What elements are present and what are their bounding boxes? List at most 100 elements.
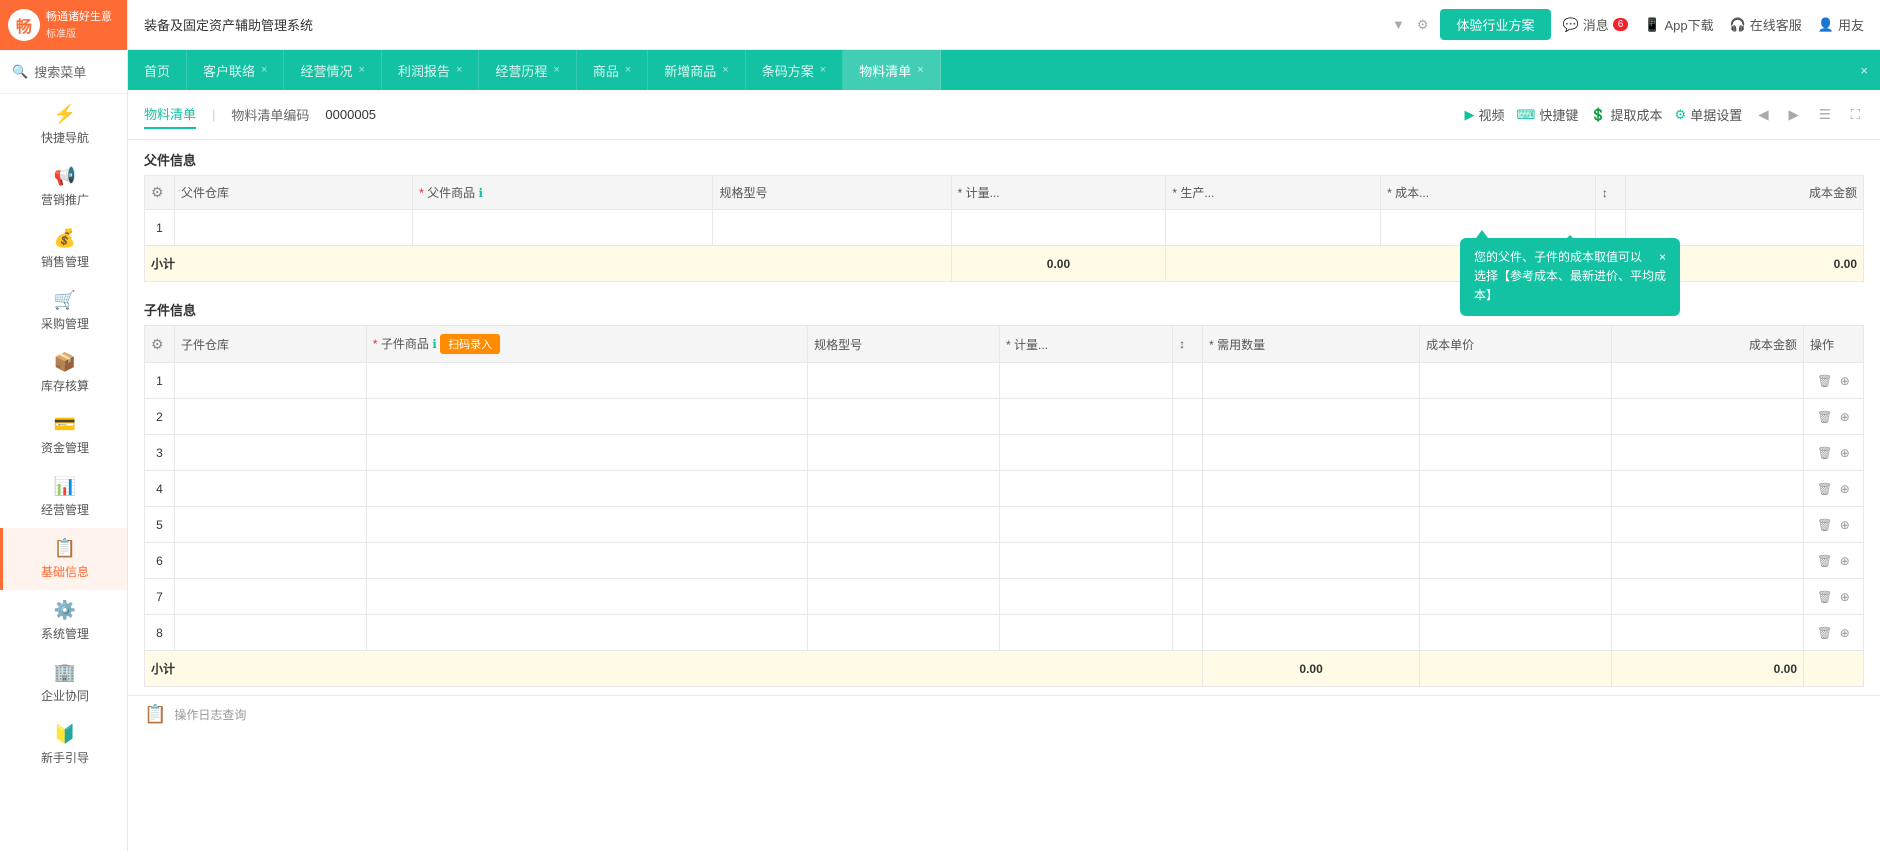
log-label[interactable]: 操作日志查询 — [174, 706, 246, 723]
shortcuts-button[interactable]: ⌨ 快捷键 — [1517, 105, 1579, 124]
app-download-button[interactable]: 📱 App下载 — [1644, 15, 1713, 34]
th-parent-warehouse: 父件仓库 — [175, 176, 413, 210]
copy-icon[interactable]: ⊕ — [1840, 554, 1850, 568]
settings-icon: ⚙ — [1675, 107, 1687, 123]
video-label: 视频 — [1479, 105, 1505, 124]
sidebar-item-label: 系统管理 — [41, 625, 89, 642]
subtotal-label: 小计 — [145, 651, 1203, 687]
copy-icon[interactable]: ⊕ — [1840, 374, 1850, 388]
delete-icon[interactable]: 🗑 — [1817, 482, 1832, 496]
sidebar-search[interactable]: 🔍 搜索菜单 — [0, 50, 127, 94]
close-icon[interactable]: × — [722, 64, 728, 76]
sidebar-item-purchase[interactable]: 🛒 采购管理 — [0, 280, 127, 342]
close-all-tabs[interactable]: × — [1848, 50, 1880, 90]
close-icon[interactable]: × — [456, 64, 462, 76]
info-icon: ℹ — [479, 186, 484, 200]
delete-icon[interactable]: 🗑 — [1817, 590, 1832, 604]
online-service-button[interactable]: 🎧 在线客服 — [1730, 15, 1802, 34]
quick-nav-icon: ⚡ — [54, 104, 76, 125]
th-child-unit: * 计量... — [1000, 326, 1173, 363]
video-button[interactable]: ▶ 视频 — [1465, 105, 1505, 124]
sidebar-item-enterprise[interactable]: 🏢 企业协同 — [0, 652, 127, 714]
list-view-button[interactable]: ☰ — [1815, 105, 1835, 125]
cell-qty[interactable] — [1203, 363, 1420, 399]
copy-icon[interactable]: ⊕ — [1840, 446, 1850, 460]
user-menu-button[interactable]: 👤 用友 — [1818, 15, 1864, 34]
tab-operation-status[interactable]: 经营情况 × — [284, 50, 381, 90]
tab-goods[interactable]: 商品 × — [577, 50, 648, 90]
cell-goods[interactable] — [413, 210, 713, 246]
tab-operation-history[interactable]: 经营历程 × — [479, 50, 576, 90]
cell-goods[interactable] — [366, 363, 807, 399]
delete-icon[interactable]: 🗑 — [1817, 518, 1832, 532]
message-icon: 💬 — [1563, 17, 1579, 33]
sidebar-item-finance[interactable]: 💳 资金管理 — [0, 404, 127, 466]
sidebar-item-guide[interactable]: 🔰 新手引导 — [0, 714, 127, 776]
cell-unit-cost[interactable] — [1420, 363, 1612, 399]
prev-record-button[interactable]: ◀ — [1754, 105, 1772, 125]
th-sort[interactable]: ↕ — [1595, 176, 1625, 210]
tooltip-close-button[interactable]: × — [1659, 248, 1666, 267]
cell-warehouse[interactable] — [175, 210, 413, 246]
guide-icon: 🔰 — [54, 724, 76, 745]
cell-spec[interactable] — [713, 210, 951, 246]
close-icon[interactable]: × — [261, 64, 267, 76]
close-icon[interactable]: × — [553, 64, 559, 76]
copy-icon[interactable]: ⊕ — [1840, 518, 1850, 532]
sidebar-item-basic-info[interactable]: 📋 基础信息 — [0, 528, 127, 590]
cell-warehouse[interactable] — [175, 363, 367, 399]
settings-gear-icon[interactable]: ⚙ — [151, 184, 164, 200]
sidebar-item-quick-nav[interactable]: ⚡ 快捷导航 — [0, 94, 127, 156]
tab-home[interactable]: 首页 — [128, 50, 187, 90]
cell-unit[interactable] — [1000, 363, 1173, 399]
delete-icon[interactable]: 🗑 — [1817, 446, 1832, 460]
sidebar-item-marketing[interactable]: 📢 营销推广 — [0, 156, 127, 218]
extract-cost-button[interactable]: 💲 提取成本 — [1590, 105, 1662, 124]
try-industry-button[interactable]: 体验行业方案 — [1440, 9, 1550, 40]
child-row: 5 🗑 ⊕ — [145, 507, 1864, 543]
copy-icon[interactable]: ⊕ — [1840, 482, 1850, 496]
cell-production[interactable] — [1166, 210, 1381, 246]
close-icon[interactable]: × — [820, 64, 826, 76]
sidebar-item-label: 基础信息 — [41, 563, 89, 580]
delete-icon[interactable]: 🗑 — [1817, 554, 1832, 568]
th-label: 父件仓库 — [181, 186, 229, 200]
sub-tab-code[interactable]: 物料清单编码 — [231, 101, 309, 128]
tab-customer[interactable]: 客户联络 × — [187, 50, 284, 90]
close-icon[interactable]: × — [358, 64, 364, 76]
th-settings[interactable]: ⚙ — [145, 176, 175, 210]
copy-icon[interactable]: ⊕ — [1840, 626, 1850, 640]
topbar: 装备及固定资产辅助管理系统 ▼ ⚙ 体验行业方案 💬 消息 6 📱 App下载 … — [128, 0, 1880, 50]
sub-code-value: 0000005 — [325, 107, 376, 122]
search-menu-button[interactable]: 🔍 搜索菜单 — [8, 58, 119, 85]
single-settings-label: 单据设置 — [1690, 105, 1742, 124]
tab-barcode[interactable]: 条码方案 × — [746, 50, 843, 90]
marketing-icon: 📢 — [54, 166, 76, 187]
settings-icon[interactable]: ⚙ — [1417, 17, 1429, 33]
scan-input-button[interactable]: 扫码录入 — [440, 334, 500, 354]
tab-new-goods[interactable]: 新增商品 × — [648, 50, 745, 90]
close-icon[interactable]: × — [917, 64, 923, 76]
th-settings[interactable]: ⚙ — [145, 326, 175, 363]
sidebar-item-inventory[interactable]: 📦 库存核算 — [0, 342, 127, 404]
sub-tab-bom[interactable]: 物料清单 — [144, 100, 196, 129]
sidebar-item-system[interactable]: ⚙️ 系统管理 — [0, 590, 127, 652]
delete-icon[interactable]: 🗑 — [1817, 626, 1832, 640]
cell-spec[interactable] — [808, 363, 1000, 399]
delete-icon[interactable]: 🗑 — [1817, 374, 1832, 388]
message-button[interactable]: 💬 消息 6 — [1563, 15, 1629, 34]
expand-button[interactable]: ⛶ — [1847, 105, 1864, 125]
copy-icon[interactable]: ⊕ — [1840, 410, 1850, 424]
sidebar-item-sales[interactable]: 💰 销售管理 — [0, 218, 127, 280]
close-icon[interactable]: × — [625, 64, 631, 76]
delete-icon[interactable]: 🗑 — [1817, 410, 1832, 424]
th-child-sort[interactable]: ↕ — [1173, 326, 1203, 363]
copy-icon[interactable]: ⊕ — [1840, 590, 1850, 604]
cell-unit[interactable] — [951, 210, 1166, 246]
tab-bom[interactable]: 物料清单 × — [843, 50, 940, 90]
sidebar-item-operation[interactable]: 📊 经营管理 — [0, 466, 127, 528]
tab-profit-report[interactable]: 利润报告 × — [382, 50, 479, 90]
single-settings-button[interactable]: ⚙ 单据设置 — [1675, 105, 1743, 124]
settings-gear-icon[interactable]: ⚙ — [151, 336, 164, 352]
next-record-button[interactable]: ▶ — [1784, 105, 1802, 125]
